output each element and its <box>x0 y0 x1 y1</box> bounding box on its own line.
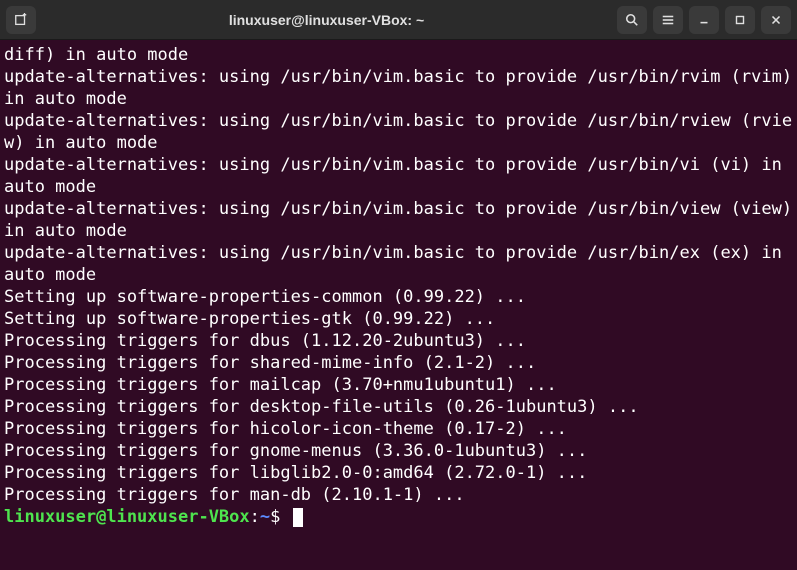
terminal-prompt: linuxuser@linuxuser-VBox:~$ <box>4 506 793 528</box>
window-titlebar: linuxuser@linuxuser-VBox: ~ <box>0 0 797 40</box>
menu-button[interactable] <box>653 6 683 34</box>
new-tab-button[interactable] <box>6 6 36 34</box>
terminal-area[interactable]: diff) in auto modeupdate-alternatives: u… <box>0 40 797 570</box>
minimize-button[interactable] <box>689 6 719 34</box>
terminal-line: Processing triggers for mailcap (3.70+nm… <box>4 374 793 396</box>
terminal-line: update-alternatives: using /usr/bin/vim.… <box>4 154 793 198</box>
cursor <box>293 508 303 527</box>
hamburger-icon <box>661 13 675 27</box>
minimize-icon <box>697 13 711 27</box>
close-icon <box>769 13 783 27</box>
search-icon <box>625 13 639 27</box>
terminal-line: Setting up software-properties-common (0… <box>4 286 793 308</box>
terminal-line: Processing triggers for hicolor-icon-the… <box>4 418 793 440</box>
terminal-line: Processing triggers for gnome-menus (3.3… <box>4 440 793 462</box>
new-tab-icon <box>14 13 28 27</box>
maximize-icon <box>733 13 747 27</box>
maximize-button[interactable] <box>725 6 755 34</box>
window-title: linuxuser@linuxuser-VBox: ~ <box>36 12 617 28</box>
terminal-line: Setting up software-properties-gtk (0.99… <box>4 308 793 330</box>
terminal-line: Processing triggers for man-db (2.10.1-1… <box>4 484 793 506</box>
terminal-line: Processing triggers for desktop-file-uti… <box>4 396 793 418</box>
terminal-output: diff) in auto modeupdate-alternatives: u… <box>4 44 793 506</box>
prompt-path: ~ <box>260 506 270 528</box>
prompt-user-host: linuxuser@linuxuser-VBox <box>4 506 250 528</box>
search-button[interactable] <box>617 6 647 34</box>
terminal-line: diff) in auto mode <box>4 44 793 66</box>
terminal-line: update-alternatives: using /usr/bin/vim.… <box>4 66 793 110</box>
prompt-symbol: $ <box>270 506 291 528</box>
terminal-line: Processing triggers for dbus (1.12.20-2u… <box>4 330 793 352</box>
prompt-colon: : <box>250 506 260 528</box>
titlebar-left <box>6 6 36 34</box>
terminal-line: update-alternatives: using /usr/bin/vim.… <box>4 110 793 154</box>
terminal-line: update-alternatives: using /usr/bin/vim.… <box>4 242 793 286</box>
titlebar-right <box>617 6 791 34</box>
terminal-line: Processing triggers for shared-mime-info… <box>4 352 793 374</box>
close-button[interactable] <box>761 6 791 34</box>
terminal-line: update-alternatives: using /usr/bin/vim.… <box>4 198 793 242</box>
terminal-line: Processing triggers for libglib2.0-0:amd… <box>4 462 793 484</box>
